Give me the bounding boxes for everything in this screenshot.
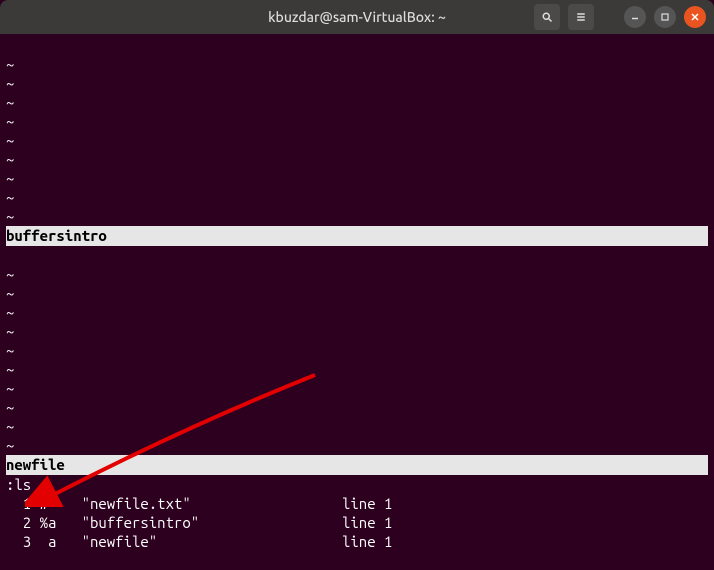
buffer-row: 1 # "newfile.txt" line 1 [6, 494, 708, 513]
tilde-line: ~ [6, 322, 708, 341]
hamburger-icon [575, 11, 587, 23]
tilde-line: ~ [6, 436, 708, 455]
buffer-number: 1 [6, 494, 31, 514]
close-button[interactable] [684, 6, 706, 28]
tilde-line: ~ [6, 55, 708, 74]
tilde-line: ~ [6, 303, 708, 322]
maximize-icon [659, 11, 671, 23]
tilde-line: ~ [6, 112, 708, 131]
window-title: kbuzdar@sam-VirtualBox: ~ [268, 8, 446, 26]
buffer-name: "buffersintro" [82, 513, 200, 533]
tilde-line: ~ [6, 131, 708, 150]
buffer-name: "newfile.txt" [82, 494, 191, 514]
tilde-line: ~ [6, 188, 708, 207]
buffer-row: 3 a "newfile" line 1 [6, 532, 708, 551]
search-icon [541, 11, 553, 23]
buffer-number: 3 [6, 532, 31, 552]
prompt-line: Press ENTER or type command to continue [6, 551, 708, 570]
tilde-line: ~ [6, 207, 708, 226]
status-bar-top: buffersintro [6, 226, 708, 246]
tilde-line: ~ [6, 379, 708, 398]
maximize-button[interactable] [654, 6, 676, 28]
tilde-line: ~ [6, 93, 708, 112]
buffer-flags: # [40, 494, 65, 514]
tilde-line: ~ [6, 150, 708, 169]
buffer-line: line 1 [342, 513, 392, 532]
menu-button[interactable] [568, 4, 594, 30]
tilde-line: ~ [6, 265, 708, 284]
buffer-row: 2 %a "buffersintro" line 1 [6, 513, 708, 532]
close-icon [689, 11, 701, 23]
buffer-number: 2 [6, 513, 31, 533]
status-bar-bottom: newfile [6, 455, 708, 475]
terminal-area[interactable]: ~ ~ ~ ~ ~ ~ ~ ~ ~ buffersintro ~ ~ ~ ~ ~… [0, 34, 714, 570]
tilde-line: ~ [6, 341, 708, 360]
tilde-line: ~ [6, 169, 708, 188]
command-line: :ls [6, 475, 708, 494]
buffer-flags: a [40, 532, 65, 552]
empty-line [6, 36, 708, 55]
buffer-flags: %a [40, 513, 65, 533]
tilde-line: ~ [6, 284, 708, 303]
tilde-line: ~ [6, 74, 708, 93]
buffer-line: line 1 [342, 532, 392, 551]
buffer-line: line 1 [342, 494, 392, 513]
tilde-line: ~ [6, 417, 708, 436]
minimize-button[interactable] [624, 6, 646, 28]
search-button[interactable] [534, 4, 560, 30]
minimize-icon [629, 11, 641, 23]
buffer-name: "newfile" [82, 532, 158, 552]
empty-line [6, 246, 708, 265]
tilde-line: ~ [6, 398, 708, 417]
window-titlebar: kbuzdar@sam-VirtualBox: ~ [0, 0, 714, 34]
tilde-line: ~ [6, 360, 708, 379]
